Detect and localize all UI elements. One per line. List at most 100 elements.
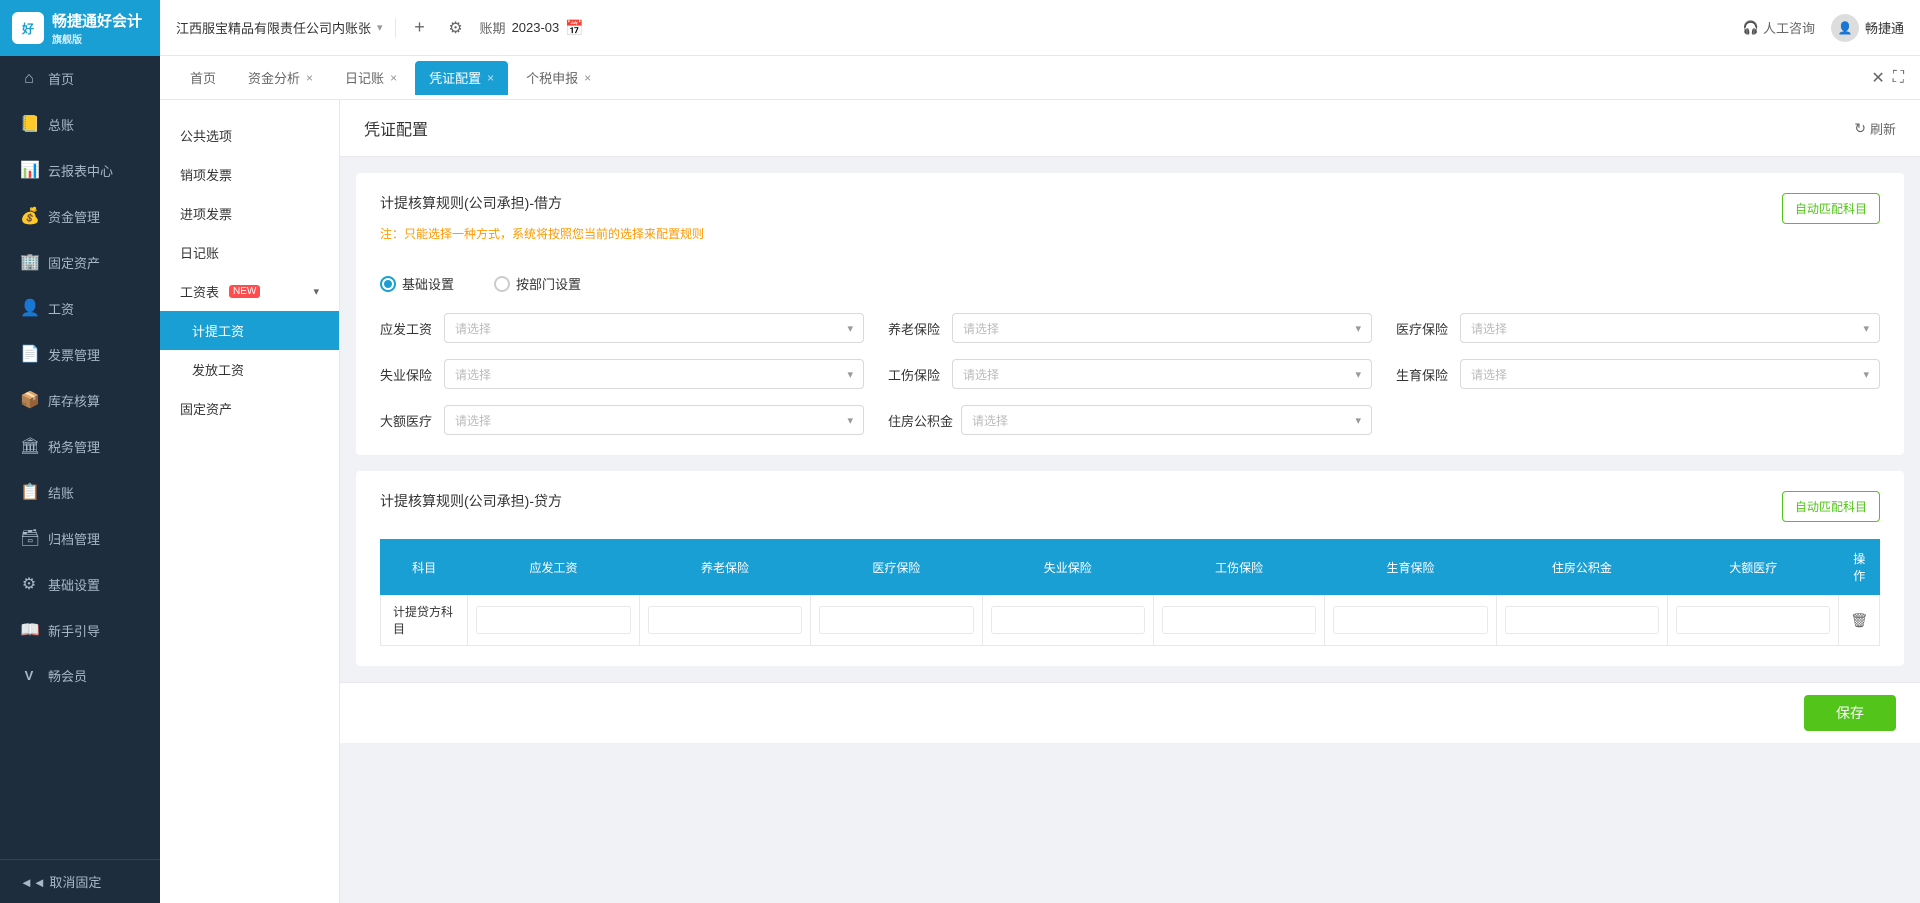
major-medical-label: 大额医疗	[380, 411, 436, 430]
period-selector: 账期 2023-03 📅	[480, 18, 584, 37]
menu-fixed-assets[interactable]: 固定资产	[160, 389, 339, 428]
sidebar-item-payroll[interactable]: 👤 工资	[0, 285, 160, 331]
sidebar-item-settings[interactable]: ⚙ 基础设置	[0, 561, 160, 607]
user-avatar: 👤	[1831, 14, 1859, 42]
tab-expand-icon[interactable]: ⛶	[1893, 69, 1904, 87]
input-gross[interactable]	[476, 606, 630, 634]
menu-public-options-label: 公共选项	[180, 126, 232, 145]
menu-public-options[interactable]: 公共选项	[160, 116, 339, 155]
credit-section-title: 计提核算规则(公司承担)-贷方	[380, 491, 562, 511]
tab-journal[interactable]: 日记账 ×	[331, 61, 411, 95]
col-action: 操作	[1839, 540, 1880, 595]
sidebar-item-vip[interactable]: V 畅会员	[0, 653, 160, 698]
housing-fund-select[interactable]: 请选择 ▾	[961, 405, 1372, 435]
maternity-select[interactable]: 请选择 ▾	[1460, 359, 1880, 389]
field-gross-salary: 应发工资 请选择 ▾	[380, 313, 864, 343]
field-major-medical: 大额医疗 请选择 ▾	[380, 405, 864, 435]
sidebar-item-home[interactable]: ⌂ 首页	[0, 56, 160, 101]
row-label: 计提贷方科目	[381, 595, 468, 646]
col-subject: 科目	[381, 540, 468, 595]
sidebar-pin-toggle[interactable]: ◄◄ 取消固定	[0, 859, 160, 903]
tab-voucher-label: 凭证配置	[429, 68, 481, 87]
medical-select[interactable]: 请选择 ▾	[1460, 313, 1880, 343]
calendar-icon[interactable]: 📅	[565, 19, 584, 37]
sidebar-item-ledger[interactable]: 📒 总账	[0, 101, 160, 147]
debit-form-grid: 应发工资 请选择 ▾ 养老保险 请选择 ▾ 医疗	[380, 313, 1880, 435]
debit-section: 计提核算规则(公司承担)-借方 注：只能选择一种方式，系统将按照您当前的选择来配…	[356, 173, 1904, 455]
field-work-injury: 工伤保险 请选择 ▾	[888, 359, 1372, 389]
menu-journal[interactable]: 日记账	[160, 233, 339, 272]
sidebar-item-close[interactable]: 📋 结账	[0, 469, 160, 515]
tab-finance[interactable]: 资金分析 ×	[234, 61, 327, 95]
save-button[interactable]: 保存	[1804, 695, 1896, 731]
gross-salary-select[interactable]: 请选择 ▾	[444, 313, 864, 343]
sidebar-navigation: ⌂ 首页 📒 总账 📊 云报表中心 💰 资金管理 🏢 固定资产 👤 工资 📄 发…	[0, 56, 160, 859]
menu-sales-invoice[interactable]: 销项发票	[160, 155, 339, 194]
company-selector[interactable]: 江西服宝精品有限责任公司内账张 ▾	[176, 18, 383, 37]
unemployment-label: 失业保险	[380, 365, 436, 384]
menu-purchase-invoice[interactable]: 进项发票	[160, 194, 339, 233]
tab-journal-close[interactable]: ×	[390, 71, 397, 85]
sidebar-item-label: 库存核算	[48, 391, 100, 410]
field-medical: 医疗保险 请选择 ▾	[1396, 313, 1880, 343]
settings-button[interactable]: ⚙	[444, 16, 468, 40]
unemployment-select[interactable]: 请选择 ▾	[444, 359, 864, 389]
input-maternity[interactable]	[1333, 606, 1487, 634]
tab-tax-close[interactable]: ×	[584, 71, 591, 85]
debit-auto-match-button[interactable]: 自动匹配科目	[1782, 193, 1880, 224]
work-injury-select[interactable]: 请选择 ▾	[952, 359, 1372, 389]
finance-icon: 💰	[20, 206, 38, 226]
tab-voucher-close[interactable]: ×	[487, 71, 494, 85]
tab-tax[interactable]: 个税申报 ×	[512, 61, 605, 95]
input-unemployment[interactable]	[991, 606, 1145, 634]
gross-salary-placeholder: 请选择	[455, 320, 491, 337]
tab-voucher-config[interactable]: 凭证配置 ×	[415, 61, 508, 95]
assets-icon: 🏢	[20, 252, 38, 272]
headset-icon: 🎧	[1743, 20, 1759, 36]
menu-payroll-table[interactable]: 工资表 NEW ▾	[160, 272, 339, 311]
credit-auto-match-button[interactable]: 自动匹配科目	[1782, 491, 1880, 522]
table-row: 计提贷方科目 🗑	[381, 595, 1880, 646]
sidebar-item-tax[interactable]: 🏛 税务管理	[0, 423, 160, 469]
sidebar-item-invoice[interactable]: 📄 发票管理	[0, 331, 160, 377]
sidebar-item-assets[interactable]: 🏢 固定资产	[0, 239, 160, 285]
input-work-injury[interactable]	[1162, 606, 1316, 634]
menu-payroll-accrual[interactable]: 计提工资	[160, 311, 339, 350]
radio-dept[interactable]: 按部门设置	[494, 274, 581, 293]
sidebar-item-reports[interactable]: 📊 云报表中心	[0, 147, 160, 193]
input-major-medical[interactable]	[1676, 606, 1830, 634]
input-medical[interactable]	[819, 606, 973, 634]
sidebar-item-label: 资金管理	[48, 207, 100, 226]
tab-home[interactable]: 首页	[176, 61, 230, 95]
home-icon: ⌂	[20, 70, 38, 88]
radio-basic[interactable]: 基础设置	[380, 274, 454, 293]
work-injury-label: 工伤保险	[888, 365, 944, 384]
user-menu[interactable]: 👤 畅捷通	[1831, 14, 1904, 42]
refresh-button[interactable]: ↻ 刷新	[1854, 119, 1896, 138]
major-medical-select[interactable]: 请选择 ▾	[444, 405, 864, 435]
pension-placeholder: 请选择	[963, 320, 999, 337]
debit-notice: 注：只能选择一种方式，系统将按照您当前的选择来配置规则	[380, 225, 704, 242]
tab-tax-label: 个税申报	[526, 68, 578, 87]
sidebar-item-finance[interactable]: 💰 资金管理	[0, 193, 160, 239]
input-pension[interactable]	[648, 606, 802, 634]
tab-finance-close[interactable]: ×	[306, 71, 313, 85]
page-header: 凭证配置 ↻ 刷新	[340, 100, 1920, 157]
delete-row-button[interactable]: 🗑	[1850, 612, 1868, 628]
sidebar-item-archive[interactable]: 🗃 归档管理	[0, 515, 160, 561]
tab-close-all-icon[interactable]: ✕	[1871, 68, 1884, 88]
input-housing[interactable]	[1505, 606, 1659, 634]
add-button[interactable]: +	[408, 16, 432, 40]
debit-section-title: 计提核算规则(公司承担)-借方	[380, 193, 704, 213]
sidebar-item-inventory[interactable]: 📦 库存核算	[0, 377, 160, 423]
page-title: 凭证配置	[364, 116, 428, 140]
help-label: 人工咨询	[1763, 18, 1815, 37]
help-button[interactable]: 🎧 人工咨询	[1743, 18, 1815, 37]
pension-select[interactable]: 请选择 ▾	[952, 313, 1372, 343]
sidebar-item-guide[interactable]: 📖 新手引导	[0, 607, 160, 653]
topbar-right: 🎧 人工咨询 👤 畅捷通	[1743, 14, 1904, 42]
col-housing: 住房公积金	[1496, 540, 1667, 595]
maternity-label: 生育保险	[1396, 365, 1452, 384]
menu-payroll-issue[interactable]: 发放工资	[160, 350, 339, 389]
sidebar-item-label: 税务管理	[48, 437, 100, 456]
